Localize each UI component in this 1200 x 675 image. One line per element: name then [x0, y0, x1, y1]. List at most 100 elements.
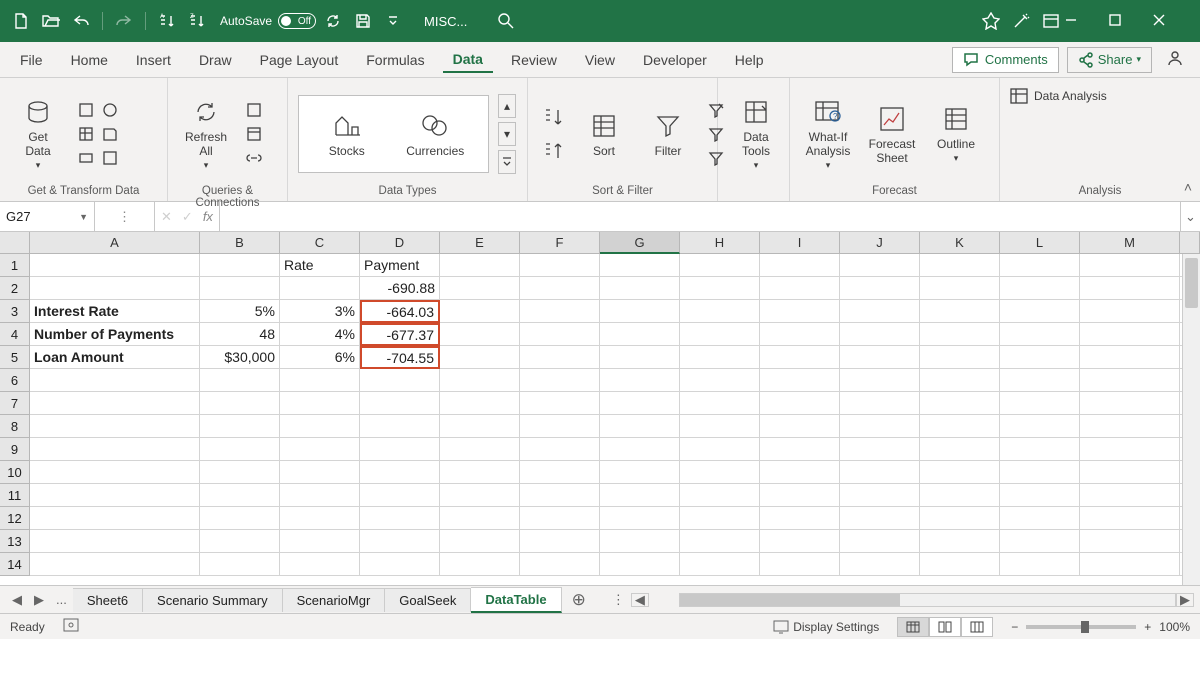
cell-e7[interactable]: [440, 392, 520, 415]
col-header-i[interactable]: I: [760, 232, 840, 254]
gallery-down-icon[interactable]: ▾: [498, 122, 516, 146]
cell-a14[interactable]: [30, 553, 200, 576]
col-header-f[interactable]: F: [520, 232, 600, 254]
cell-f1[interactable]: [520, 254, 600, 277]
row-header[interactable]: 10: [0, 461, 30, 484]
cell-e10[interactable]: [440, 461, 520, 484]
cell-d14[interactable]: [360, 553, 440, 576]
row-header[interactable]: 4: [0, 323, 30, 346]
cell-c13[interactable]: [280, 530, 360, 553]
close-button[interactable]: [1152, 13, 1192, 30]
cell-l2[interactable]: [1000, 277, 1080, 300]
cell-j14[interactable]: [840, 553, 920, 576]
cell-k13[interactable]: [920, 530, 1000, 553]
cell-l9[interactable]: [1000, 438, 1080, 461]
row-header[interactable]: 12: [0, 507, 30, 530]
new-sheet-button[interactable]: ⊕: [562, 590, 596, 610]
data-types-gallery[interactable]: Stocks Currencies: [298, 95, 489, 173]
cell-j3[interactable]: [840, 300, 920, 323]
tab-developer[interactable]: Developer: [633, 48, 717, 72]
cell-a5[interactable]: Loan Amount: [30, 346, 200, 369]
cell-m13[interactable]: [1080, 530, 1180, 553]
cell-a4[interactable]: Number of Payments: [30, 323, 200, 346]
new-file-icon[interactable]: [8, 8, 34, 34]
cell-m1[interactable]: [1080, 254, 1180, 277]
cell-f5[interactable]: [520, 346, 600, 369]
cell-d9[interactable]: [360, 438, 440, 461]
sheet-tab[interactable]: Scenario Summary: [143, 588, 283, 612]
cell-d1[interactable]: Payment: [360, 254, 440, 277]
stocks-button[interactable]: Stocks: [319, 106, 375, 162]
cell-l14[interactable]: [1000, 553, 1080, 576]
sheet-nav-ellipsis[interactable]: ...: [50, 592, 73, 607]
cell-l12[interactable]: [1000, 507, 1080, 530]
page-break-view-button[interactable]: [961, 617, 993, 637]
sort-desc-icon[interactable]: Z: [184, 8, 210, 34]
cell-m11[interactable]: [1080, 484, 1180, 507]
cell-g8[interactable]: [600, 415, 680, 438]
cell-k3[interactable]: [920, 300, 1000, 323]
cell-b5[interactable]: $30,000: [200, 346, 280, 369]
cell-l13[interactable]: [1000, 530, 1080, 553]
cell-c10[interactable]: [280, 461, 360, 484]
cell-d2[interactable]: -690.88: [360, 277, 440, 300]
cell-i6[interactable]: [760, 369, 840, 392]
cell-a11[interactable]: [30, 484, 200, 507]
sheet-tab[interactable]: DataTable: [471, 587, 561, 613]
undo-icon[interactable]: [68, 8, 94, 34]
cell-k14[interactable]: [920, 553, 1000, 576]
cell-g14[interactable]: [600, 553, 680, 576]
cell-i5[interactable]: [760, 346, 840, 369]
cell-a10[interactable]: [30, 461, 200, 484]
col-header-a[interactable]: A: [30, 232, 200, 254]
cell-j13[interactable]: [840, 530, 920, 553]
row-header[interactable]: 11: [0, 484, 30, 507]
cell-d12[interactable]: [360, 507, 440, 530]
cell-c14[interactable]: [280, 553, 360, 576]
cell-b13[interactable]: [200, 530, 280, 553]
cell-h5[interactable]: [680, 346, 760, 369]
cell-h4[interactable]: [680, 323, 760, 346]
tab-help[interactable]: Help: [725, 48, 774, 72]
cell-k1[interactable]: [920, 254, 1000, 277]
cell-f9[interactable]: [520, 438, 600, 461]
col-header-m[interactable]: M: [1080, 232, 1180, 254]
queries-icon[interactable]: [243, 99, 265, 121]
what-if-button[interactable]: ? What-If Analysis▾: [800, 92, 856, 175]
cell-g7[interactable]: [600, 392, 680, 415]
sheet-nav-next-icon[interactable]: ▶: [28, 592, 50, 608]
premium-icon[interactable]: [978, 8, 1004, 34]
cell-e4[interactable]: [440, 323, 520, 346]
cell-c5[interactable]: 6%: [280, 346, 360, 369]
cell-d3[interactable]: -664.03: [360, 300, 440, 323]
col-header-g[interactable]: G: [600, 232, 680, 254]
name-box[interactable]: G27▼: [0, 202, 95, 231]
cell-i2[interactable]: [760, 277, 840, 300]
cell-e8[interactable]: [440, 415, 520, 438]
sort-button[interactable]: Sort: [576, 106, 632, 162]
zoom-out-button[interactable]: −: [1011, 620, 1018, 634]
cell-a6[interactable]: [30, 369, 200, 392]
cell-h14[interactable]: [680, 553, 760, 576]
cell-b11[interactable]: [200, 484, 280, 507]
tab-formulas[interactable]: Formulas: [356, 48, 434, 72]
cell-f6[interactable]: [520, 369, 600, 392]
cell-f4[interactable]: [520, 323, 600, 346]
cell-m12[interactable]: [1080, 507, 1180, 530]
cell-j5[interactable]: [840, 346, 920, 369]
col-header-e[interactable]: E: [440, 232, 520, 254]
open-file-icon[interactable]: [38, 8, 64, 34]
cell-e11[interactable]: [440, 484, 520, 507]
cell-k10[interactable]: [920, 461, 1000, 484]
row-header[interactable]: 5: [0, 346, 30, 369]
cell-i11[interactable]: [760, 484, 840, 507]
gallery-more-icon[interactable]: [498, 150, 516, 174]
hscroll-right-icon[interactable]: ▶: [1176, 593, 1194, 607]
cell-m6[interactable]: [1080, 369, 1180, 392]
formula-input[interactable]: [220, 202, 1180, 231]
cell-m14[interactable]: [1080, 553, 1180, 576]
cell-l6[interactable]: [1000, 369, 1080, 392]
cell-g10[interactable]: [600, 461, 680, 484]
hscroll-left-icon[interactable]: ◀: [631, 593, 649, 607]
sync-icon[interactable]: [320, 8, 346, 34]
